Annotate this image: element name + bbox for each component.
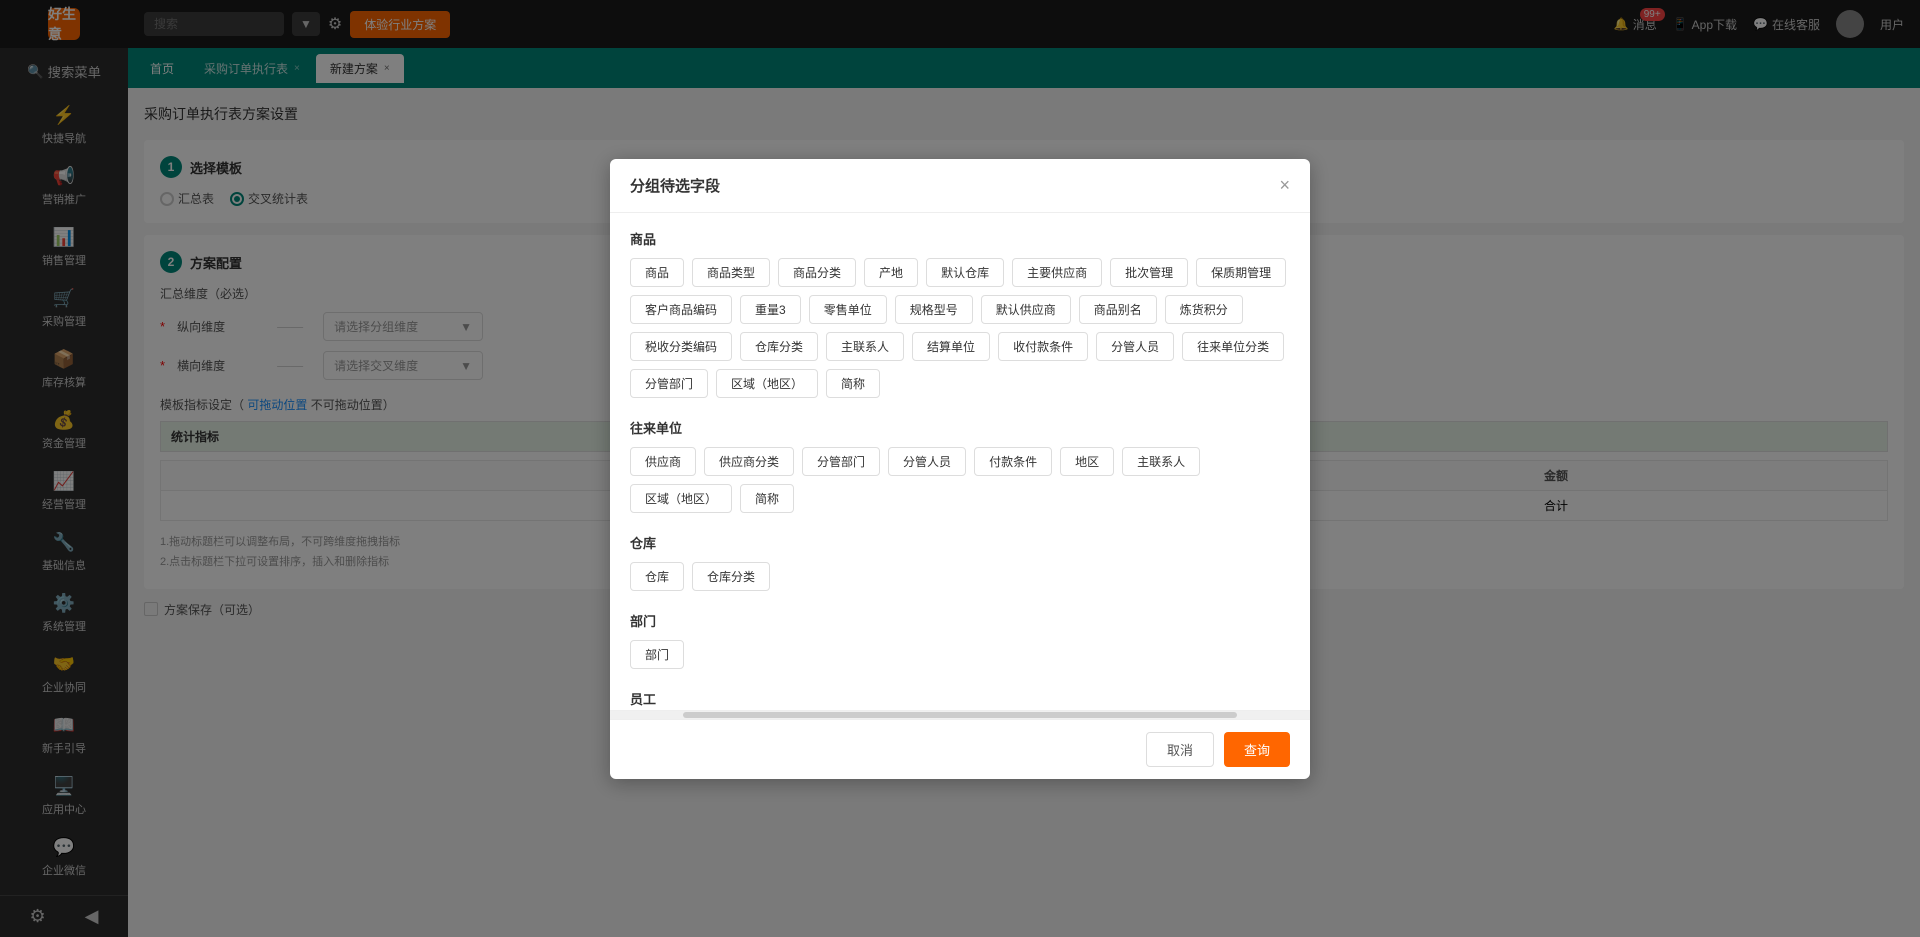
field-tag[interactable]: 默认仓库 — [926, 258, 1004, 287]
field-tag[interactable]: 分管人员 — [888, 447, 966, 476]
modal-title: 分组待选字段 — [630, 175, 720, 196]
field-tag[interactable]: 炼货积分 — [1165, 295, 1243, 324]
scrollbar-track — [610, 711, 1310, 719]
field-tag[interactable]: 供应商 — [630, 447, 696, 476]
section-warehouse-title: 仓库 — [630, 533, 1290, 552]
field-tag[interactable]: 默认供应商 — [981, 295, 1071, 324]
field-tag[interactable]: 主联系人 — [1122, 447, 1200, 476]
field-tag[interactable]: 部门 — [630, 640, 684, 669]
field-tag[interactable]: 客户商品编码 — [630, 295, 732, 324]
field-select-modal: 分组待选字段 × 商品 商品 商品类型 商品分类 产地 默认仓库 主要供应商 批… — [610, 159, 1310, 779]
field-tag[interactable]: 仓库 — [630, 562, 684, 591]
field-tag[interactable]: 保质期管理 — [1196, 258, 1286, 287]
field-tag[interactable]: 仓库分类 — [740, 332, 818, 361]
field-tag[interactable]: 往来单位分类 — [1182, 332, 1284, 361]
field-tag[interactable]: 仓库分类 — [692, 562, 770, 591]
field-tag[interactable]: 分管部门 — [630, 369, 708, 398]
section-staff: 员工 业务员 — [630, 689, 1290, 710]
confirm-button[interactable]: 查询 — [1224, 732, 1290, 767]
section-goods-title: 商品 — [630, 229, 1290, 248]
cancel-button[interactable]: 取消 — [1146, 732, 1214, 767]
section-goods: 商品 商品 商品类型 商品分类 产地 默认仓库 主要供应商 批次管理 保质期管理… — [630, 229, 1290, 398]
section-contact: 往来单位 供应商 供应商分类 分管部门 分管人员 付款条件 地区 主联系人 区域… — [630, 418, 1290, 513]
field-tag[interactable]: 分管部门 — [802, 447, 880, 476]
field-tag[interactable]: 批次管理 — [1110, 258, 1188, 287]
field-tag[interactable]: 付款条件 — [974, 447, 1052, 476]
field-tag[interactable]: 商品 — [630, 258, 684, 287]
section-staff-title: 员工 — [630, 689, 1290, 708]
field-tag[interactable]: 结算单位 — [912, 332, 990, 361]
modal-overlay: 分组待选字段 × 商品 商品 商品类型 商品分类 产地 默认仓库 主要供应商 批… — [0, 0, 1920, 937]
field-tag[interactable]: 收付款条件 — [998, 332, 1088, 361]
modal-body: 商品 商品 商品类型 商品分类 产地 默认仓库 主要供应商 批次管理 保质期管理… — [610, 213, 1310, 710]
field-tag[interactable]: 分管人员 — [1096, 332, 1174, 361]
scrollbar-thumb[interactable] — [683, 712, 1237, 718]
field-tag[interactable]: 供应商分类 — [704, 447, 794, 476]
field-tag[interactable]: 区域（地区） — [630, 484, 732, 513]
field-tag[interactable]: 商品别名 — [1079, 295, 1157, 324]
field-tag[interactable]: 简称 — [826, 369, 880, 398]
field-tag[interactable]: 重量3 — [740, 295, 801, 324]
field-tag[interactable]: 零售单位 — [809, 295, 887, 324]
field-tag[interactable]: 主要供应商 — [1012, 258, 1102, 287]
section-dept-tags: 部门 — [630, 640, 1290, 669]
modal-close-button[interactable]: × — [1279, 175, 1290, 196]
section-dept-title: 部门 — [630, 611, 1290, 630]
field-tag[interactable]: 产地 — [864, 258, 918, 287]
modal-footer: 取消 查询 — [610, 719, 1310, 779]
modal-hscrollbar[interactable] — [610, 710, 1310, 719]
field-tag[interactable]: 区域（地区） — [716, 369, 818, 398]
section-dept: 部门 部门 — [630, 611, 1290, 669]
field-tag[interactable]: 地区 — [1060, 447, 1114, 476]
section-warehouse-tags: 仓库 仓库分类 — [630, 562, 1290, 591]
field-tag[interactable]: 税收分类编码 — [630, 332, 732, 361]
section-warehouse: 仓库 仓库 仓库分类 — [630, 533, 1290, 591]
section-contact-tags: 供应商 供应商分类 分管部门 分管人员 付款条件 地区 主联系人 区域（地区） … — [630, 447, 1290, 513]
modal-header: 分组待选字段 × — [610, 159, 1310, 213]
field-tag[interactable]: 主联系人 — [826, 332, 904, 361]
field-tag[interactable]: 简称 — [740, 484, 794, 513]
field-tag[interactable]: 商品类型 — [692, 258, 770, 287]
field-tag[interactable]: 规格型号 — [895, 295, 973, 324]
section-goods-tags: 商品 商品类型 商品分类 产地 默认仓库 主要供应商 批次管理 保质期管理 客户… — [630, 258, 1290, 398]
section-contact-title: 往来单位 — [630, 418, 1290, 437]
field-tag[interactable]: 商品分类 — [778, 258, 856, 287]
